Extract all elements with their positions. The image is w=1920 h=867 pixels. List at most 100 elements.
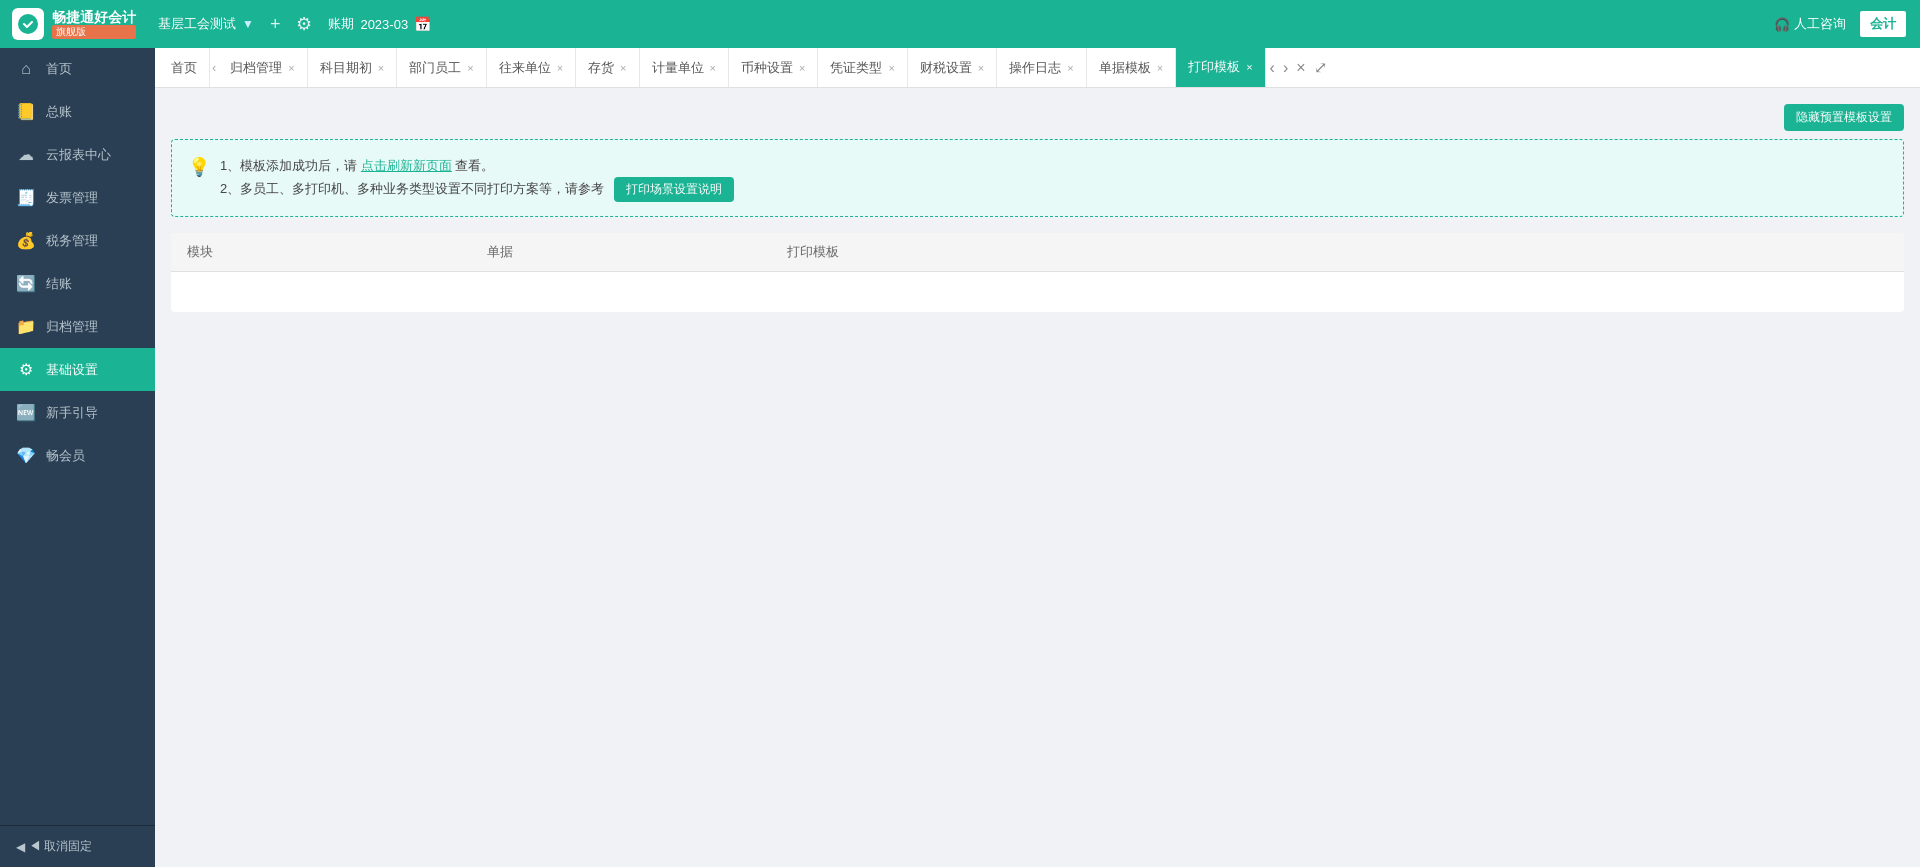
tab-home[interactable]: 首页 bbox=[159, 48, 210, 88]
sidebar-label-home: 首页 bbox=[46, 60, 72, 78]
sidebar-label-invoice: 发票管理 bbox=[46, 189, 98, 207]
settings-button[interactable]: ⚙ bbox=[292, 9, 316, 39]
page-content: 隐藏预置模板设置 💡 1、模板添加成功后，请 点击刷新新页面 查看。 2、多员工… bbox=[155, 88, 1920, 867]
tab-department-label: 部门员工 bbox=[409, 59, 461, 77]
tab-oplog-close[interactable]: × bbox=[1067, 62, 1073, 74]
sidebar-item-reports[interactable]: ☁ 云报表中心 bbox=[0, 133, 155, 176]
tab-department[interactable]: 部门员工 × bbox=[397, 48, 486, 88]
top-bar: 畅捷通好会计 旗舰版 基层工会测试 ▼ + ⚙ 账期 2023-03 📅 🎧 人… bbox=[0, 0, 1920, 48]
tab-prev-button[interactable]: ‹ bbox=[1266, 59, 1279, 77]
tab-printtemplate-label: 打印模板 bbox=[1188, 58, 1240, 76]
col-template: 打印模板 bbox=[771, 233, 1904, 271]
tab-currency-label: 币种设置 bbox=[741, 59, 793, 77]
tab-printtemplate-close[interactable]: × bbox=[1246, 61, 1252, 73]
sidebar-item-basic[interactable]: ⚙ 基础设置 bbox=[0, 348, 155, 391]
tab-separator: ‹ bbox=[210, 60, 218, 75]
sidebar-label-basic: 基础设置 bbox=[46, 361, 98, 379]
tab-subjects-close[interactable]: × bbox=[378, 62, 384, 74]
cloud-icon: ☁ bbox=[16, 145, 36, 164]
sidebar-unpin-button[interactable]: ◀ ◀ 取消固定 bbox=[0, 825, 155, 867]
top-actions: + ⚙ bbox=[266, 9, 317, 39]
sidebar-label-archive: 归档管理 bbox=[46, 318, 98, 336]
notice-line2: 2、多员工、多打印机、多种业务类型设置不同打印方案等，请参考 打印场景设置说明 bbox=[220, 177, 734, 202]
top-right: 🎧 人工咨询 会计 bbox=[1774, 9, 1908, 39]
sidebar-label-guide: 新手引导 bbox=[46, 404, 98, 422]
tab-supplier-close[interactable]: × bbox=[557, 62, 563, 74]
col-doc: 单据 bbox=[471, 233, 771, 271]
sidebar-label-ledger: 总账 bbox=[46, 103, 72, 121]
tab-printtemplate[interactable]: 打印模板 × bbox=[1176, 48, 1265, 88]
tab-vouchertype-close[interactable]: × bbox=[888, 62, 894, 74]
logo-icon bbox=[12, 8, 44, 40]
invoice-icon: 🧾 bbox=[16, 188, 36, 207]
calendar-icon[interactable]: 📅 bbox=[414, 16, 431, 32]
archive-icon: 📁 bbox=[16, 317, 36, 336]
logo-area: 畅捷通好会计 旗舰版 bbox=[12, 8, 142, 40]
tab-vouchertype[interactable]: 凭证类型 × bbox=[818, 48, 907, 88]
tab-unit-close[interactable]: × bbox=[710, 62, 716, 74]
sidebar-item-archive[interactable]: 📁 归档管理 bbox=[0, 305, 155, 348]
period-area: 账期 2023-03 📅 bbox=[328, 15, 431, 33]
sidebar-item-guide[interactable]: 🆕 新手引导 bbox=[0, 391, 155, 434]
service-button[interactable]: 🎧 人工咨询 bbox=[1774, 15, 1846, 33]
tab-oplog[interactable]: 操作日志 × bbox=[997, 48, 1086, 88]
kuaiji-button[interactable]: 会计 bbox=[1858, 9, 1908, 39]
tab-inventory-close[interactable]: × bbox=[620, 62, 626, 74]
sidebar-label-member: 畅会员 bbox=[46, 447, 85, 465]
col-module: 模块 bbox=[171, 233, 471, 271]
tab-supplier[interactable]: 往来单位 × bbox=[487, 48, 576, 88]
tab-unit-label: 计量单位 bbox=[652, 59, 704, 77]
guide-icon: 🆕 bbox=[16, 403, 36, 422]
hide-template-button[interactable]: 隐藏预置模板设置 bbox=[1784, 104, 1904, 131]
service-label: 人工咨询 bbox=[1794, 15, 1846, 33]
logo-text: 畅捷通好会计 旗舰版 bbox=[52, 9, 136, 40]
tab-subjects[interactable]: 科目期初 × bbox=[308, 48, 397, 88]
sidebar-item-invoice[interactable]: 🧾 发票管理 bbox=[0, 176, 155, 219]
table-header: 模块 单据 打印模板 bbox=[171, 233, 1904, 272]
main-area: ⌂ 首页 📒 总账 ☁ 云报表中心 🧾 发票管理 💰 税务管理 🔄 结账 bbox=[0, 48, 1920, 867]
tab-next-button[interactable]: › bbox=[1279, 59, 1292, 77]
tab-expand-button[interactable]: ⤢ bbox=[1310, 58, 1331, 77]
tab-archive-label: 归档管理 bbox=[230, 59, 282, 77]
notice-line1: 1、模板添加成功后，请 点击刷新新页面 查看。 bbox=[220, 154, 734, 177]
sidebar-item-home[interactable]: ⌂ 首页 bbox=[0, 48, 155, 90]
company-selector[interactable]: 基层工会测试 ▼ bbox=[158, 15, 254, 33]
tab-taxsetting-label: 财税设置 bbox=[920, 59, 972, 77]
tab-vouchertype-label: 凭证类型 bbox=[830, 59, 882, 77]
tab-taxsetting[interactable]: 财税设置 × bbox=[908, 48, 997, 88]
content-area: 首页 ‹ 归档管理 × 科目期初 × 部门员工 × 往来单位 × bbox=[155, 48, 1920, 867]
sidebar-label-checkout: 结账 bbox=[46, 275, 72, 293]
home-icon: ⌂ bbox=[16, 60, 36, 78]
tab-taxsetting-close[interactable]: × bbox=[978, 62, 984, 74]
table-body-empty bbox=[171, 272, 1904, 312]
tab-supplier-label: 往来单位 bbox=[499, 59, 551, 77]
sidebar-item-checkout[interactable]: 🔄 结账 bbox=[0, 262, 155, 305]
sidebar-item-ledger[interactable]: 📒 总账 bbox=[0, 90, 155, 133]
sidebar-item-member[interactable]: 💎 畅会员 bbox=[0, 434, 155, 477]
tab-archive[interactable]: 归档管理 × bbox=[218, 48, 307, 88]
tab-singledoc-close[interactable]: × bbox=[1157, 62, 1163, 74]
tab-singledoc[interactable]: 单据模板 × bbox=[1087, 48, 1176, 88]
member-icon: 💎 bbox=[16, 446, 36, 465]
print-scene-button[interactable]: 打印场景设置说明 bbox=[614, 177, 734, 202]
tab-close-all-button[interactable]: × bbox=[1292, 59, 1309, 77]
company-name: 基层工会测试 bbox=[158, 15, 236, 33]
tab-unit[interactable]: 计量单位 × bbox=[640, 48, 729, 88]
app-title: 畅捷通好会计 bbox=[52, 9, 136, 26]
chevron-down-icon: ▼ bbox=[242, 17, 254, 31]
svg-point-0 bbox=[18, 14, 38, 34]
notice-refresh-link[interactable]: 点击刷新新页面 bbox=[361, 158, 452, 173]
headset-icon: 🎧 bbox=[1774, 17, 1790, 32]
period-value: 2023-03 bbox=[360, 17, 408, 32]
tab-department-close[interactable]: × bbox=[467, 62, 473, 74]
ledger-icon: 📒 bbox=[16, 102, 36, 121]
add-tab-button[interactable]: + bbox=[266, 10, 285, 39]
tab-inventory-label: 存货 bbox=[588, 59, 614, 77]
tab-currency[interactable]: 币种设置 × bbox=[729, 48, 818, 88]
notice-content: 1、模板添加成功后，请 点击刷新新页面 查看。 2、多员工、多打印机、多种业务类… bbox=[220, 154, 734, 202]
sidebar-item-tax[interactable]: 💰 税务管理 bbox=[0, 219, 155, 262]
tab-archive-close[interactable]: × bbox=[288, 62, 294, 74]
tab-currency-close[interactable]: × bbox=[799, 62, 805, 74]
tab-inventory[interactable]: 存货 × bbox=[576, 48, 639, 88]
unpin-icon: ◀ bbox=[16, 840, 25, 854]
